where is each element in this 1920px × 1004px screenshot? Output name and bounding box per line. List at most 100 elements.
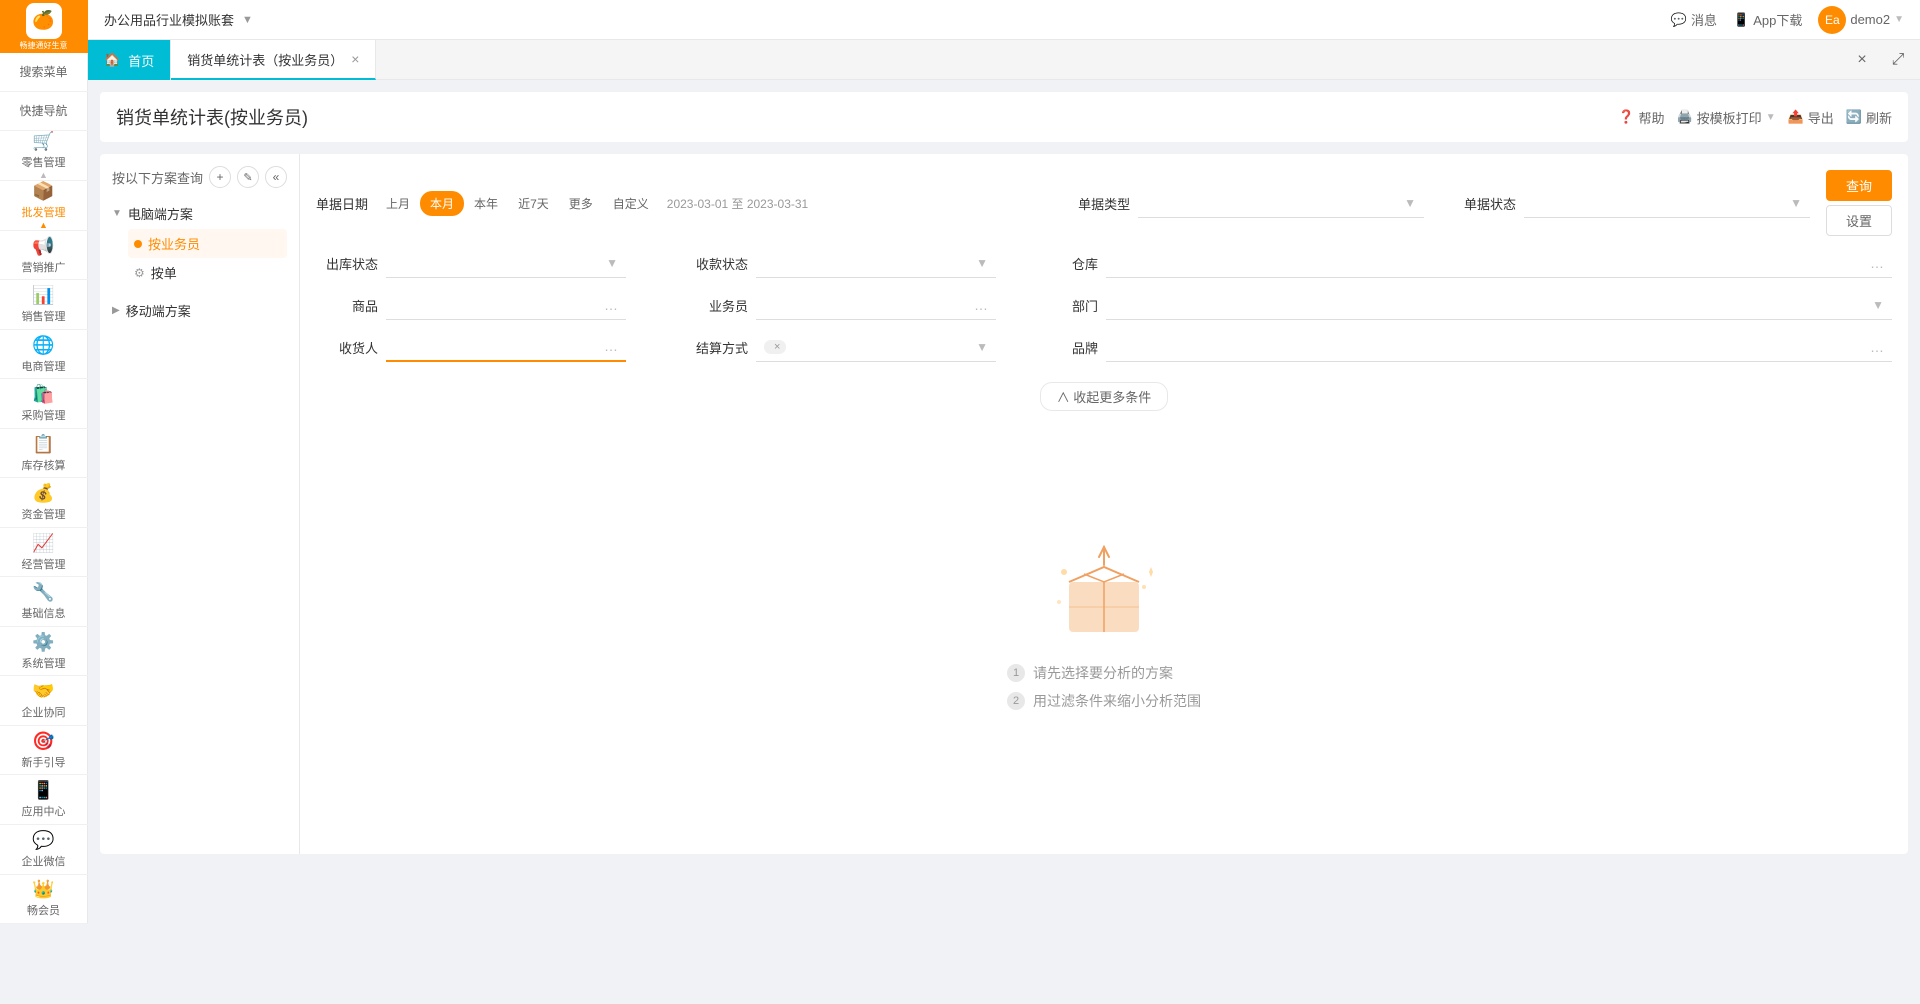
operation-icon: 📈: [32, 533, 54, 554]
query-btn[interactable]: 查询: [1826, 170, 1892, 201]
date-btn-7days[interactable]: 近7天: [508, 191, 559, 216]
left-panel-tools: + ✎ «: [209, 166, 287, 188]
payment-label: 收款状态: [686, 254, 756, 273]
tab-close-btn[interactable]: ×: [351, 51, 359, 67]
marketing-label: 营销推广: [22, 259, 66, 275]
quicknav-item[interactable]: 快捷导航: [0, 92, 88, 131]
date-btn-more[interactable]: 更多: [559, 191, 603, 216]
sidebar-item-sales[interactable]: 📊 销售管理: [0, 280, 88, 330]
date-filter: 上月 本月 本年 近7天 更多 自定义 2023-03-01 至 2023-03…: [376, 191, 808, 216]
user-menu[interactable]: Ea demo2 ▼: [1818, 6, 1904, 34]
help-btn[interactable]: ❓ 帮助: [1618, 108, 1664, 127]
sidebar-item-wholesale[interactable]: 📦 批发管理 ▲: [0, 181, 88, 231]
collapse-conditions-btn[interactable]: ∧ 收起更多条件: [1040, 382, 1169, 411]
refresh-label: 刷新: [1866, 108, 1892, 127]
add-scheme-btn[interactable]: +: [209, 166, 231, 188]
department-select[interactable]: ▼: [1106, 290, 1892, 320]
refresh-btn[interactable]: 🔄 刷新: [1846, 108, 1892, 127]
date-label: 单据日期: [316, 194, 376, 213]
newbie-icon: 🎯: [32, 731, 54, 752]
sidebar-item-purchase[interactable]: 🛍️ 采购管理: [0, 379, 88, 429]
sidebar-item-member[interactable]: 👑 畅会员: [0, 875, 88, 925]
sidebar-item-newbie[interactable]: 🎯 新手引导: [0, 726, 88, 776]
warehouse-input[interactable]: …: [1106, 248, 1892, 278]
appstore-label: 应用中心: [22, 803, 66, 819]
sidebar-item-ecommerce[interactable]: 🌐 电商管理: [0, 330, 88, 380]
date-btn-last-month[interactable]: 上月: [376, 191, 420, 216]
goods-input[interactable]: …: [386, 290, 626, 320]
purchase-label: 采购管理: [22, 407, 66, 423]
message-btn[interactable]: 💬 消息: [1671, 10, 1717, 29]
empty-tip-1: 1 请先选择要分析的方案: [1007, 663, 1201, 683]
print-btn[interactable]: 🖨️ 按模板打印 ▼: [1676, 108, 1775, 127]
brand-label: 品牌: [1056, 338, 1106, 357]
payment-select[interactable]: ▼: [756, 248, 996, 278]
operation-label: 经营管理: [22, 556, 66, 572]
page-header: 销货单统计表(按业务员) ❓ 帮助 🖨️ 按模板打印 ▼ 📤 导出 🔄 刷: [100, 92, 1908, 142]
member-icon: 👑: [32, 879, 54, 900]
sidebar-item-system[interactable]: ⚙️ 系统管理: [0, 627, 88, 677]
tree-arrow-pc: ▼: [112, 208, 122, 219]
export-btn[interactable]: 📤 导出: [1788, 108, 1834, 127]
tab-home[interactable]: 🏠 首页: [88, 40, 171, 80]
outbound-select[interactable]: ▼: [386, 248, 626, 278]
warehouse-label: 仓库: [1056, 254, 1106, 273]
date-btn-this-year[interactable]: 本年: [464, 191, 508, 216]
brand-dots[interactable]: …: [1870, 339, 1884, 355]
tree-group-pc-label: 电脑端方案: [128, 204, 193, 223]
sidebar-item-marketing[interactable]: 📢 营销推广: [0, 231, 88, 281]
tree-group-pc[interactable]: ▼ 电脑端方案: [112, 198, 287, 229]
salesperson-input[interactable]: …: [756, 290, 996, 320]
consignee-input[interactable]: …: [386, 332, 626, 362]
left-panel: 按以下方案查询 + ✎ « ▼ 电脑端方案: [100, 154, 300, 854]
bill-type-label: 单据类型: [1078, 194, 1138, 213]
enterprise-icon: 🤝: [32, 681, 54, 702]
date-range-display: 2023-03-01 至 2023-03-31: [667, 195, 808, 212]
retail-icon: 🛒: [32, 131, 54, 152]
consignee-dots[interactable]: …: [604, 338, 618, 354]
export-icon: 📤: [1788, 109, 1804, 125]
date-btn-custom[interactable]: 自定义: [603, 191, 659, 216]
sidebar-item-inventory[interactable]: 📋 库存核算: [0, 429, 88, 479]
topnav-dropdown-icon[interactable]: ▼: [242, 14, 253, 26]
settlement-label: 结算方式: [686, 338, 756, 357]
sidebar-item-retail[interactable]: 🛒 零售管理 ▲: [0, 131, 88, 181]
topnav-right: 💬 消息 📱 App下载 Ea demo2 ▼: [1671, 6, 1904, 34]
edit-scheme-btn[interactable]: ✎: [237, 166, 259, 188]
bill-status-select[interactable]: ▼: [1524, 188, 1810, 218]
tree-item-bill[interactable]: ⚙ 按单: [128, 258, 287, 287]
bill-type-select[interactable]: ▼: [1138, 188, 1424, 218]
app-download-btn[interactable]: 📱 App下载: [1733, 10, 1802, 29]
empty-tip-2: 2 用过滤条件来缩小分析范围: [1007, 691, 1201, 711]
sidebar-item-wechat[interactable]: 💬 企业微信: [0, 825, 88, 875]
date-btn-this-month[interactable]: 本月: [420, 191, 464, 216]
sidebar-item-base[interactable]: 🔧 基础信息: [0, 577, 88, 627]
settlement-select[interactable]: × ▼: [756, 332, 996, 362]
print-dropdown-icon: ▼: [1766, 112, 1776, 123]
edit-scheme-icon: ✎: [243, 171, 252, 184]
collapse-panel-btn[interactable]: «: [265, 166, 287, 188]
sidebar-item-enterprise[interactable]: 🤝 企业协同: [0, 676, 88, 726]
sidebar-item-appstore[interactable]: 📱 应用中心: [0, 775, 88, 825]
tree-item-salesperson[interactable]: 按业务员: [128, 229, 287, 258]
inventory-label: 库存核算: [22, 457, 66, 473]
settings-btn[interactable]: 设置: [1826, 205, 1892, 236]
goods-dots[interactable]: …: [604, 297, 618, 313]
sidebar-item-finance[interactable]: 💰 资金管理: [0, 478, 88, 528]
username: demo2: [1850, 12, 1890, 27]
sidebar-item-operation[interactable]: 📈 经营管理: [0, 528, 88, 578]
ecommerce-icon: 🌐: [32, 335, 54, 356]
tab-maximize-btn[interactable]: ⤢: [1884, 46, 1912, 74]
print-label: 按模板打印: [1697, 108, 1762, 127]
search-menu-item[interactable]: 搜索菜单: [0, 53, 88, 92]
salesperson-dots[interactable]: …: [974, 297, 988, 313]
appstore-icon: 📱: [32, 780, 54, 801]
brand-input[interactable]: …: [1106, 332, 1892, 362]
tab-restore-btn[interactable]: ×: [1848, 46, 1876, 74]
settlement-tag-close[interactable]: ×: [774, 341, 780, 353]
tree-group-mobile[interactable]: ▶ 移动端方案: [112, 295, 287, 326]
warehouse-dots[interactable]: …: [1870, 255, 1884, 271]
tab-sales-report[interactable]: 销货单统计表（按业务员） ×: [171, 40, 376, 80]
logo-icon: 🍊: [26, 3, 62, 39]
ecommerce-label: 电商管理: [22, 358, 66, 374]
